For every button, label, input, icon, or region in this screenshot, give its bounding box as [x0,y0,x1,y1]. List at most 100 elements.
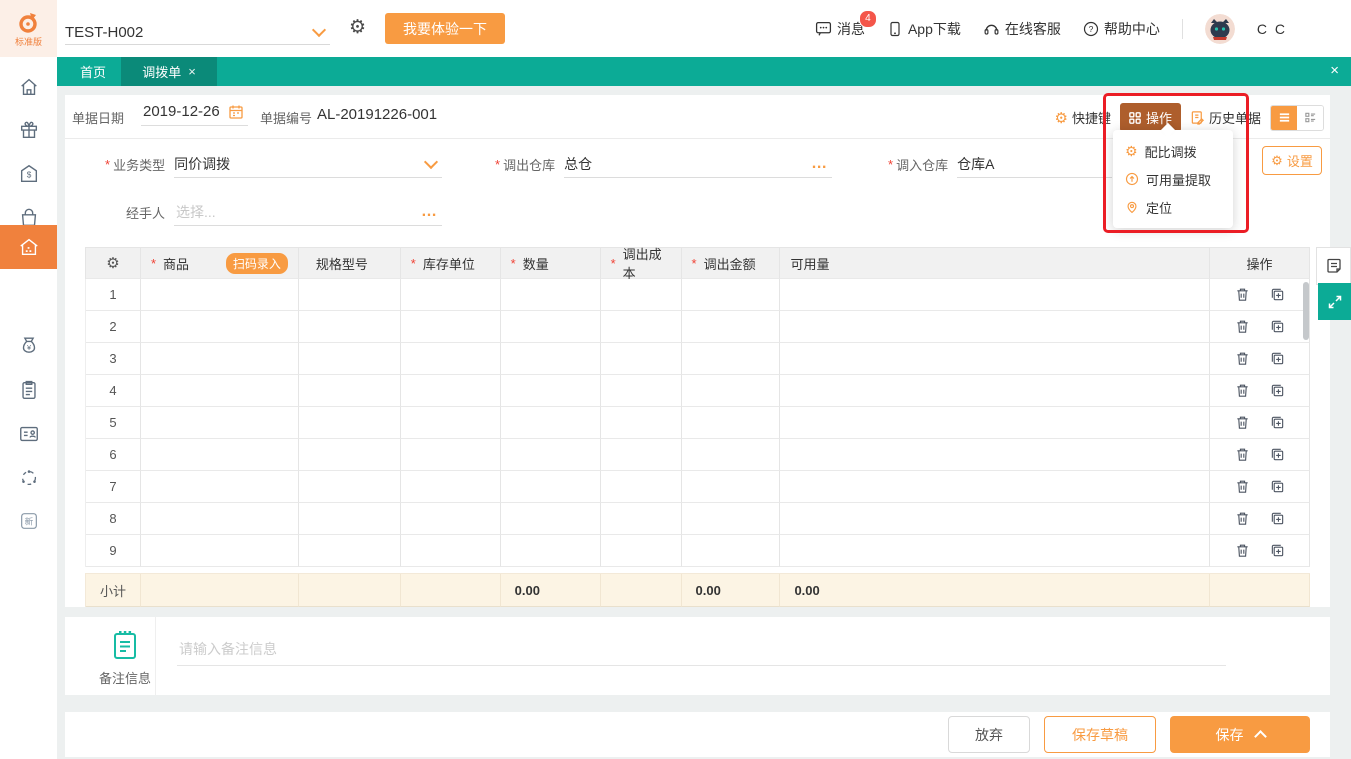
cell-qty[interactable] [500,375,601,407]
cell-cost[interactable] [600,471,682,503]
copy-row-icon[interactable] [1270,383,1285,398]
sidebar-item-inventory[interactable] [0,225,57,269]
cell-qty[interactable] [500,311,601,343]
tab-close-icon[interactable]: × [188,65,196,78]
cell-product[interactable] [140,279,299,311]
delete-row-icon[interactable] [1235,351,1250,366]
cell-product[interactable] [140,375,299,407]
date-picker[interactable]: 2019-12-26 [141,103,248,126]
tab-home[interactable]: 首页 [65,57,121,86]
cell-cost[interactable] [600,407,682,439]
cell-spec[interactable] [298,439,401,471]
cell-unit[interactable] [400,535,501,567]
remark-input[interactable] [177,637,1226,666]
notes-float-button[interactable] [1316,247,1351,285]
help-center-button[interactable]: ? 帮助中心 [1083,19,1160,39]
app-download-button[interactable]: App下载 [887,19,961,39]
business-type-select[interactable]: 同价调拨 [174,150,443,178]
delete-row-icon[interactable] [1235,511,1250,526]
cell-cost[interactable] [600,375,682,407]
cell-unit[interactable] [400,311,501,343]
cell-qty[interactable] [500,471,601,503]
cell-amount[interactable] [681,535,781,567]
cell-cost[interactable] [600,343,682,375]
menu-item-locate[interactable]: 定位 [1113,193,1233,221]
cell-unit[interactable] [400,279,501,311]
cell-amount[interactable] [681,407,781,439]
delete-row-icon[interactable] [1235,447,1250,462]
cell-cost[interactable] [600,311,682,343]
copy-row-icon[interactable] [1270,543,1285,558]
cell-product[interactable] [140,311,299,343]
online-service-button[interactable]: 在线客服 [983,19,1061,39]
out-warehouse-select[interactable]: 总仓 … [564,150,833,178]
cell-qty[interactable] [500,439,601,471]
menu-item-ratio-transfer[interactable]: ⚙ 配比调拨 [1113,137,1233,165]
cell-amount[interactable] [681,375,781,407]
cell-unit[interactable] [400,407,501,439]
cell-unit[interactable] [400,471,501,503]
cell-cost[interactable] [600,535,682,567]
scrollbar-thumb[interactable] [1303,282,1309,340]
handler-select[interactable]: … [174,198,443,226]
sidebar-item-sales[interactable]: $ [0,153,57,195]
column-settings[interactable]: ⚙ [86,248,141,279]
sidebar-item-contacts[interactable] [0,413,57,455]
settings-button[interactable]: ⚙ 设置 [1262,146,1322,175]
cell-qty[interactable] [500,343,601,375]
cell-amount[interactable] [681,311,781,343]
cell-amount[interactable] [681,279,781,311]
cell-spec[interactable] [298,503,401,535]
tab-transfer-order[interactable]: 调拨单 × [121,57,217,86]
cell-spec[interactable] [298,471,401,503]
cell-spec[interactable] [298,407,401,439]
sidebar-item-promotion[interactable] [0,109,57,151]
card-view-button[interactable] [1297,105,1323,130]
copy-row-icon[interactable] [1270,447,1285,462]
ellipsis-picker-icon[interactable]: … [811,155,828,173]
cell-unit[interactable] [400,439,501,471]
avatar[interactable] [1204,13,1235,44]
close-all-icon[interactable]: × [1330,62,1339,79]
cell-product[interactable] [140,407,299,439]
cell-product[interactable] [140,439,299,471]
cell-product[interactable] [140,503,299,535]
delete-row-icon[interactable] [1235,383,1250,398]
cell-spec[interactable] [298,311,401,343]
delete-row-icon[interactable] [1235,287,1250,302]
save-button[interactable]: 保存 [1170,716,1310,753]
delete-row-icon[interactable] [1235,479,1250,494]
in-warehouse-select[interactable]: 仓库A [957,150,1113,178]
cell-cost[interactable] [600,279,682,311]
menu-item-extract-available[interactable]: 可用量提取 [1113,165,1233,193]
sidebar-item-reports[interactable] [0,369,57,411]
copy-row-icon[interactable] [1270,319,1285,334]
save-draft-button[interactable]: 保存草稿 [1044,716,1156,753]
user-name[interactable]: C C [1257,21,1287,37]
copy-row-icon[interactable] [1270,479,1285,494]
sidebar-item-share[interactable] [0,457,57,499]
cell-spec[interactable] [298,279,401,311]
cell-product[interactable] [140,535,299,567]
copy-row-icon[interactable] [1270,415,1285,430]
cell-spec[interactable] [298,375,401,407]
cell-qty[interactable] [500,503,601,535]
cell-spec[interactable] [298,535,401,567]
cell-qty[interactable] [500,407,601,439]
trial-button[interactable]: 我要体验一下 [385,13,505,44]
cell-unit[interactable] [400,375,501,407]
history-orders-button[interactable]: 历史单据 [1190,108,1261,127]
cell-unit[interactable] [400,503,501,535]
discard-button[interactable]: 放弃 [948,716,1030,753]
cell-product[interactable] [140,343,299,375]
sidebar-item-new-feature[interactable]: 新 [0,500,57,542]
sidebar-item-home[interactable] [0,66,57,108]
cell-unit[interactable] [400,343,501,375]
cell-qty[interactable] [500,535,601,567]
delete-row-icon[interactable] [1235,319,1250,334]
cell-amount[interactable] [681,503,781,535]
cell-amount[interactable] [681,343,781,375]
shortcut-keys-button[interactable]: ⚙ 快捷键 [1055,108,1111,127]
copy-row-icon[interactable] [1270,351,1285,366]
handler-input[interactable] [174,202,393,221]
